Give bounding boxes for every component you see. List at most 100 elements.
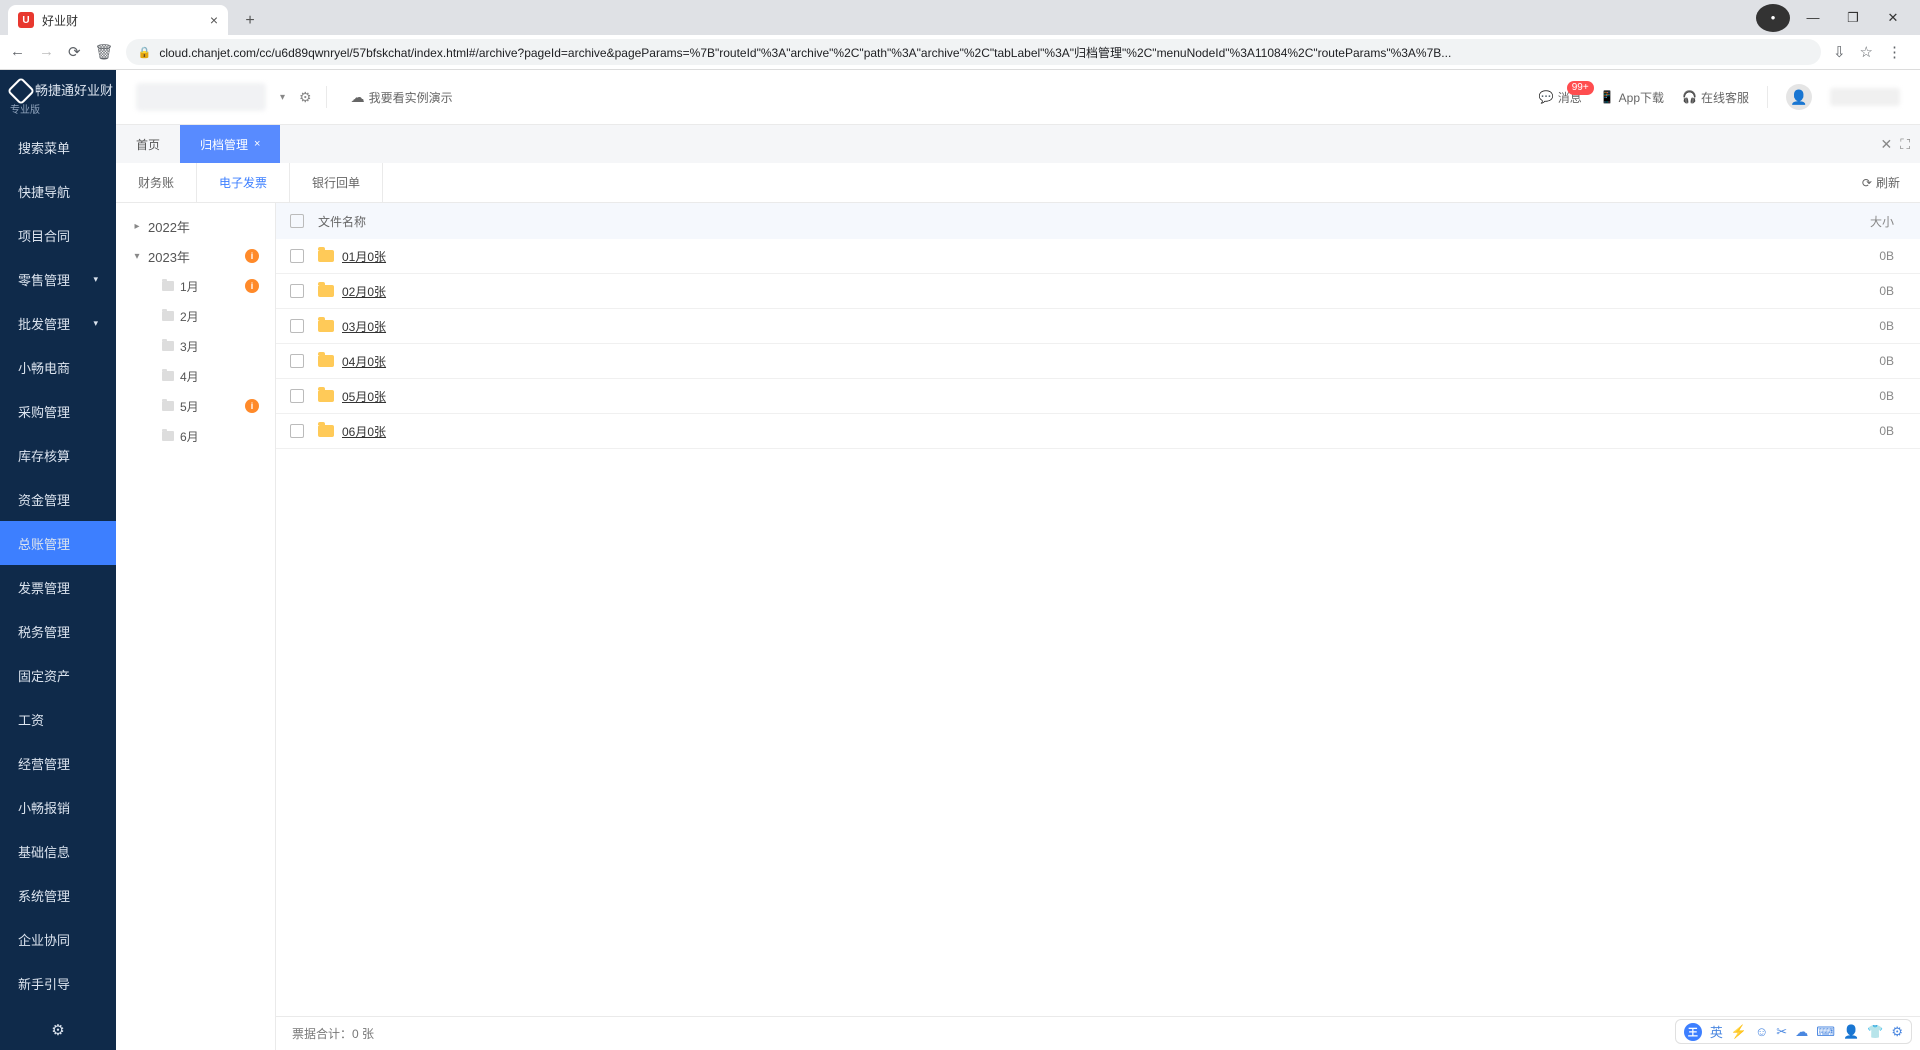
sidebar-item[interactable]: 企业协同 xyxy=(0,917,116,961)
sidebar-item[interactable]: 小畅报销 xyxy=(0,785,116,829)
row-checkbox[interactable] xyxy=(290,424,304,438)
sidebar-item[interactable]: 搜索菜单 xyxy=(0,125,116,169)
file-name-link[interactable]: 04月0张 xyxy=(342,353,386,370)
sidebar-item[interactable]: 基础信息 xyxy=(0,829,116,873)
ime-cloud-icon[interactable]: ☁ xyxy=(1795,1024,1808,1040)
ime-lightning-icon[interactable]: ⚡ xyxy=(1731,1024,1747,1040)
reload-icon[interactable]: ⟳ xyxy=(68,43,81,61)
chevron-down-icon: ▾ xyxy=(93,318,98,329)
sidebar-menu: 搜索菜单快捷导航项目合同零售管理▾批发管理▾小畅电商采购管理库存核算资金管理总账… xyxy=(0,125,116,1010)
sidebar-item[interactable]: 系统管理 xyxy=(0,873,116,917)
refresh-button[interactable]: ⟳ 刷新 xyxy=(1862,174,1900,191)
folder-icon xyxy=(162,371,174,381)
minimize-icon[interactable]: — xyxy=(1796,4,1830,32)
sidebar-item[interactable]: 快捷导航 xyxy=(0,169,116,213)
support-button[interactable]: 🎧 在线客服 xyxy=(1682,89,1749,106)
sidebar-item[interactable]: 项目合同 xyxy=(0,213,116,257)
table-row: 02月0张0B xyxy=(276,274,1920,309)
sidebar-item-label: 库存核算 xyxy=(18,446,70,465)
tree-month[interactable]: 3月 xyxy=(116,331,275,361)
address-bar[interactable]: 🔒 cloud.chanjet.com/cc/u6d89qwnryel/57bf… xyxy=(126,39,1821,65)
tree-month[interactable]: 2月 xyxy=(116,301,275,331)
chevron-down-icon[interactable]: ▾ xyxy=(280,92,285,103)
tree-month[interactable]: 6月 xyxy=(116,421,275,451)
menu-icon[interactable]: ⋮ xyxy=(1887,43,1902,61)
demo-link[interactable]: ☁ 我要看实例演示 xyxy=(351,89,453,106)
sidebar-item[interactable]: 经营管理 xyxy=(0,741,116,785)
profile-badge-icon[interactable]: • xyxy=(1756,4,1790,32)
sidebar-item[interactable]: 零售管理▾ xyxy=(0,257,116,301)
row-checkbox[interactable] xyxy=(290,354,304,368)
ime-toolbar[interactable]: 王 英 ⚡ ☺ ✂ ☁ ⌨ 👤 👕 ⚙ xyxy=(1675,1019,1912,1044)
back-icon[interactable]: ← xyxy=(10,43,25,61)
sidebar-item[interactable]: 税务管理 xyxy=(0,609,116,653)
ime-keyboard-icon[interactable]: ⌨ xyxy=(1816,1024,1835,1040)
subtab-einvoice[interactable]: 电子发票 xyxy=(197,163,290,202)
close-all-icon[interactable]: ✕ xyxy=(1880,136,1892,153)
ime-emoji-icon[interactable]: ☺ xyxy=(1755,1024,1768,1039)
sidebar-item[interactable]: 固定资产 xyxy=(0,653,116,697)
sidebar-item[interactable]: 工资 xyxy=(0,697,116,741)
user-name[interactable] xyxy=(1830,88,1900,106)
file-size: 0B xyxy=(1830,389,1920,403)
row-checkbox[interactable] xyxy=(290,249,304,263)
sidebar-item[interactable]: 小畅电商 xyxy=(0,345,116,389)
chat-icon: 💬 xyxy=(1539,90,1554,104)
row-checkbox[interactable] xyxy=(290,284,304,298)
folder-icon xyxy=(162,431,174,441)
ime-settings-icon[interactable]: ⚙ xyxy=(1891,1024,1903,1040)
close-window-icon[interactable]: ✕ xyxy=(1876,4,1910,32)
avatar[interactable]: 👤 xyxy=(1786,84,1812,110)
app-download-button[interactable]: 📱 App下载 xyxy=(1600,89,1664,106)
sidebar-item[interactable]: 总账管理 xyxy=(0,521,116,565)
brand-edition: 专业版 xyxy=(10,101,116,116)
ime-person-icon[interactable]: 👤 xyxy=(1843,1024,1859,1040)
sidebar-item-label: 快捷导航 xyxy=(18,182,70,201)
sidebar-item[interactable]: 库存核算 xyxy=(0,433,116,477)
gear-icon[interactable]: ⚙ xyxy=(299,89,312,106)
row-checkbox[interactable] xyxy=(290,319,304,333)
close-tab-icon[interactable]: × xyxy=(210,12,218,28)
tree-month[interactable]: 4月 xyxy=(116,361,275,391)
tree-year-2022[interactable]: ▸ 2022年 xyxy=(116,211,275,241)
row-checkbox[interactable] xyxy=(290,389,304,403)
file-name-link[interactable]: 05月0张 xyxy=(342,388,386,405)
ime-lang[interactable]: 英 xyxy=(1710,1022,1723,1041)
subtab-finance[interactable]: 财务账 xyxy=(116,163,197,202)
folder-icon xyxy=(162,341,174,351)
file-name-link[interactable]: 02月0张 xyxy=(342,283,386,300)
trash-icon[interactable]: 🗑 xyxy=(95,43,114,61)
sidebar-item[interactable]: 资金管理 xyxy=(0,477,116,521)
sidebar-item[interactable]: 新手引导 xyxy=(0,961,116,1005)
sidebar-item[interactable]: 采购管理 xyxy=(0,389,116,433)
tree-month[interactable]: 1月i xyxy=(116,271,275,301)
ime-shirt-icon[interactable]: 👕 xyxy=(1867,1024,1883,1040)
settings-icon[interactable]: ⚙ xyxy=(0,1010,116,1050)
org-selector[interactable] xyxy=(136,83,266,111)
sidebar-item[interactable]: 发票管理 xyxy=(0,565,116,609)
file-name-link[interactable]: 03月0张 xyxy=(342,318,386,335)
select-all-checkbox[interactable] xyxy=(290,214,304,228)
maximize-icon[interactable]: ❐ xyxy=(1836,4,1870,32)
close-tab-icon[interactable]: × xyxy=(254,138,260,150)
file-name-link[interactable]: 06月0张 xyxy=(342,423,386,440)
new-tab-button[interactable]: + xyxy=(236,7,264,35)
sidebar-item-label: 固定资产 xyxy=(18,666,70,685)
tree-year-2023[interactable]: ▾ 2023年 i xyxy=(116,241,275,271)
forward-icon[interactable]: → xyxy=(39,43,54,61)
support-label: 在线客服 xyxy=(1701,89,1749,106)
ime-scissors-icon[interactable]: ✂ xyxy=(1776,1024,1787,1040)
file-name-link[interactable]: 01月0张 xyxy=(342,248,386,265)
expand-icon[interactable]: ⛶ xyxy=(1900,136,1910,153)
browser-tab[interactable]: U 好业财 × xyxy=(8,5,228,35)
star-icon[interactable]: ☆ xyxy=(1860,43,1873,61)
browser-tab-strip: U 好业财 × + • — ❐ ✕ xyxy=(0,0,1920,35)
subtab-bank[interactable]: 银行回单 xyxy=(290,163,383,202)
tree-year-2023-label: 2023年 xyxy=(148,247,190,266)
tab-home[interactable]: 首页 xyxy=(116,125,180,163)
tree-month[interactable]: 5月i xyxy=(116,391,275,421)
install-icon[interactable]: ⇩ xyxy=(1833,43,1846,61)
tab-archive[interactable]: 归档管理 × xyxy=(180,125,280,163)
sidebar-item[interactable]: 批发管理▾ xyxy=(0,301,116,345)
messages-button[interactable]: 💬 消息 99+ xyxy=(1539,89,1582,106)
